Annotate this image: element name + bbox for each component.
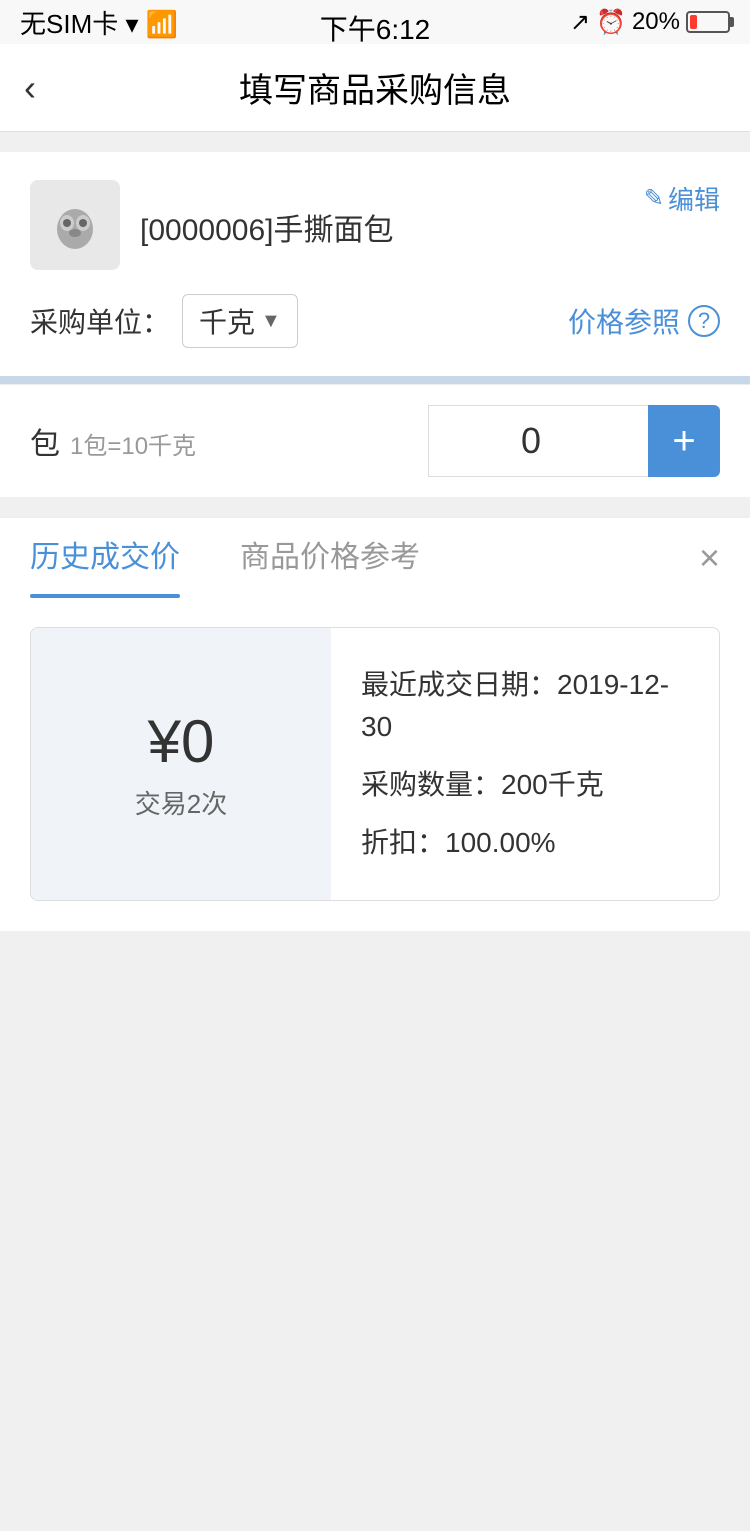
purchase-qty-label: 采购数量： — [361, 769, 501, 800]
quantity-input[interactable] — [428, 405, 648, 477]
quantity-label: 包 1包=10千克 — [30, 419, 196, 463]
edit-button[interactable]: ✎ 编辑 — [644, 180, 720, 217]
product-footer: 采购单位： 千克 ▼ 价格参照 ? — [30, 294, 720, 348]
quantity-row: 包 1包=10千克 + — [0, 384, 750, 497]
battery-fill — [690, 15, 697, 29]
battery-text: 20% — [632, 8, 680, 36]
page-title: 填写商品采购信息 — [239, 63, 511, 112]
dropdown-arrow-icon: ▼ — [261, 310, 281, 333]
product-thumbnail — [30, 180, 120, 270]
purchase-qty-value: 200千克 — [501, 769, 604, 800]
status-bar: 无SIM卡 ▾ 📶 下午6:12 ↗ ⏰ 20% — [0, 0, 750, 44]
nav-bar: ‹ 填写商品采购信息 — [0, 44, 750, 132]
product-name: [0000006]手撕面包 — [140, 205, 393, 249]
price-ref-icon: ? — [688, 305, 720, 337]
discount-label: 折扣： — [361, 827, 445, 858]
tab-price-ref[interactable]: 商品价格参考 — [240, 518, 420, 598]
product-left: [0000006]手撕面包 — [30, 180, 393, 270]
back-button[interactable]: ‹ — [24, 67, 36, 109]
status-right: ↗ ⏰ 20% — [570, 8, 730, 37]
price-ref-label: 价格参照 — [568, 301, 680, 341]
edit-icon: ✎ — [644, 184, 664, 213]
unit-value: 千克 — [199, 301, 255, 341]
recent-date-label: 最近成交日期： — [361, 669, 557, 700]
quantity-control: + — [428, 405, 720, 477]
price-ref-button[interactable]: 价格参照 ? — [568, 301, 720, 341]
price-card-right: 最近成交日期：2019-12-30 采购数量：200千克 折扣：100.00% — [331, 628, 719, 900]
package-unit-label: 包 — [30, 419, 60, 463]
product-card: [0000006]手撕面包 ✎ 编辑 采购单位： 千克 ▼ 价格参照 ? — [0, 152, 750, 376]
location-icon: ↗ — [570, 8, 590, 37]
edit-label: 编辑 — [668, 180, 720, 217]
time-text: 下午6:12 — [320, 8, 431, 48]
empty-space — [0, 931, 750, 1531]
unit-dropdown[interactable]: 千克 ▼ — [182, 294, 298, 348]
discount-row: 折扣：100.00% — [361, 822, 689, 864]
owl-icon — [45, 195, 105, 255]
history-content: ¥0 交易2次 最近成交日期：2019-12-30 采购数量：200千克 折扣：… — [0, 597, 750, 931]
scroll-indicator — [0, 376, 750, 384]
tab-close-button[interactable]: × — [699, 537, 720, 579]
purchase-unit-label: 采购单位： — [30, 301, 170, 341]
quantity-plus-button[interactable]: + — [648, 405, 720, 477]
price-card: ¥0 交易2次 最近成交日期：2019-12-30 采购数量：200千克 折扣：… — [30, 627, 720, 901]
discount-value: 100.00% — [445, 827, 556, 858]
purchase-qty-row: 采购数量：200千克 — [361, 764, 689, 806]
carrier-text: 无SIM卡 ▾ 📶 — [20, 4, 178, 41]
recent-date-row: 最近成交日期：2019-12-30 — [361, 664, 689, 748]
package-conversion: 1包=10千克 — [70, 426, 196, 461]
product-header: [0000006]手撕面包 ✎ 编辑 — [30, 180, 720, 270]
battery-icon — [686, 11, 730, 33]
price-transactions: 交易2次 — [135, 784, 227, 821]
alarm-icon: ⏰ — [596, 8, 626, 37]
tab-list: 历史成交价 商品价格参考 — [30, 518, 420, 598]
price-amount: ¥0 — [148, 707, 215, 776]
price-card-left: ¥0 交易2次 — [31, 628, 331, 900]
tab-history-price[interactable]: 历史成交价 — [30, 518, 180, 598]
tab-bar: 历史成交价 商品价格参考 × — [0, 517, 750, 597]
purchase-unit: 采购单位： 千克 ▼ — [30, 294, 298, 348]
